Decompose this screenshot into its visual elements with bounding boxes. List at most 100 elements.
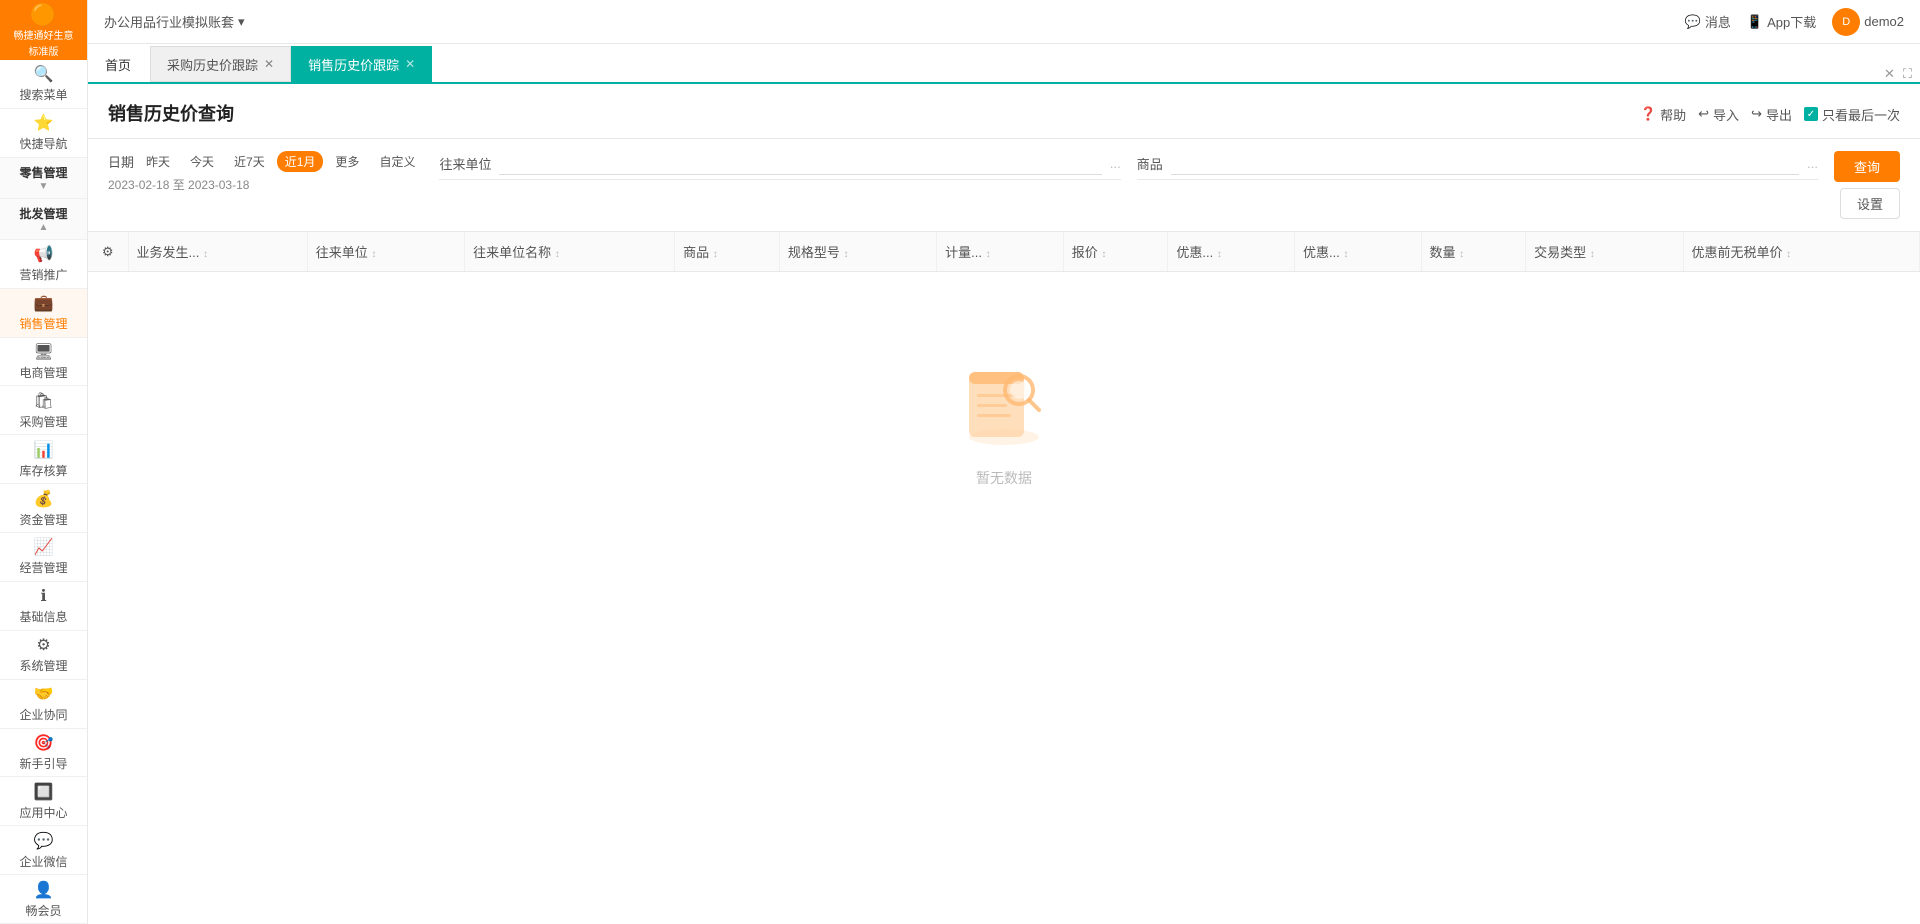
empty-svg: [944, 352, 1064, 452]
col-product[interactable]: 商品 ↕: [675, 232, 780, 272]
col-unit[interactable]: 计量... ↕: [937, 232, 1064, 272]
col-discount1-label: 优惠... ↕: [1176, 245, 1221, 260]
sidebar-item-label: 基础信息: [19, 608, 67, 625]
sidebar-item-label: 电商管理: [19, 364, 67, 381]
tab-home[interactable]: 首页: [88, 46, 148, 82]
download-icon: 📱: [1747, 14, 1763, 30]
gear-icon: ⚙: [102, 244, 114, 259]
import-button[interactable]: ↩ 导入: [1698, 105, 1739, 124]
date-options: 昨天 今天 近7天 近1月 更多 自定义: [138, 151, 423, 172]
sidebar-item-label: 系统管理: [19, 657, 67, 674]
col-discount2[interactable]: 优惠... ↕: [1294, 232, 1421, 272]
sidebar-item-finance[interactable]: 💰 资金管理: [0, 484, 87, 533]
export-button[interactable]: ↪ 导出: [1751, 105, 1792, 124]
maximize-icon[interactable]: ⛶: [1903, 66, 1912, 82]
col-discount1[interactable]: 优惠... ↕: [1168, 232, 1295, 272]
export-label: 导出: [1766, 105, 1792, 124]
member-icon: 👤: [34, 880, 54, 900]
sidebar-item-purchase[interactable]: 🛍 采购管理: [0, 386, 87, 435]
message-button[interactable]: 💬 消息: [1685, 12, 1731, 31]
col-trade-type[interactable]: 交易类型 ↕: [1526, 232, 1683, 272]
date-option-custom[interactable]: 自定义: [371, 151, 423, 172]
product-more-icon[interactable]: ...: [1807, 156, 1818, 171]
sidebar-item-retail[interactable]: 零售管理 ▼: [0, 158, 87, 199]
sidebar-item-sales-mgr[interactable]: 💼 销售管理: [0, 289, 87, 338]
col-spec[interactable]: 规格型号 ↕: [779, 232, 936, 272]
supplier-more-icon[interactable]: ...: [1110, 156, 1121, 171]
col-quantity[interactable]: 数量 ↕: [1421, 232, 1526, 272]
sidebar-item-search[interactable]: 🔍 搜索菜单: [0, 60, 87, 109]
sidebar-item-inventory[interactable]: 📊 库存核算: [0, 435, 87, 484]
import-icon: ↩: [1698, 106, 1709, 122]
sidebar-item-guide[interactable]: 🎯 新手引导: [0, 729, 87, 778]
data-table: ⚙ 业务发生... ↕ 往来单位 ↕ 往来单位名称 ↕ 商品 ↕: [88, 232, 1920, 272]
col-discount2-label: 优惠... ↕: [1303, 245, 1348, 260]
chevron-down-icon: ▼: [39, 181, 49, 192]
date-option-1month[interactable]: 近1月: [277, 151, 324, 172]
sidebar-item-operations[interactable]: 📈 经营管理: [0, 533, 87, 582]
product-filter: 商品 ...: [1137, 151, 1818, 180]
sidebar-item-label: 销售管理: [19, 315, 67, 332]
sidebar-item-label: 应用中心: [19, 804, 67, 821]
dropdown-icon: ▾: [238, 14, 245, 30]
ecom-icon: 🖥: [33, 342, 53, 362]
sidebar-item-system[interactable]: ⚙ 系统管理: [0, 631, 87, 680]
top-bar: 办公用品行业模拟账套 ▾ 💬 消息 📱 App下载 D demo2: [88, 0, 1920, 44]
product-label: 商品: [1137, 154, 1163, 173]
date-range: 2023-02-18 至 2023-03-18: [108, 176, 423, 193]
sidebar-item-member[interactable]: 👤 畅会员: [0, 875, 87, 924]
col-trade-type-label: 交易类型 ↕: [1534, 245, 1595, 260]
sidebar-item-ecom[interactable]: 🖥 电商管理: [0, 338, 87, 387]
sidebar-item-basic-info[interactable]: ℹ 基础信息: [0, 582, 87, 631]
col-quantity-label: 数量 ↕: [1430, 245, 1465, 260]
close-icon[interactable]: ✕: [405, 58, 415, 70]
product-input[interactable]: [1171, 151, 1799, 175]
app-download-label: App下载: [1767, 12, 1816, 31]
date-option-today[interactable]: 今天: [182, 151, 222, 172]
info-icon: ℹ: [40, 586, 46, 606]
sidebar-item-apps[interactable]: 🔲 应用中心: [0, 777, 87, 826]
date-option-7days[interactable]: 近7天: [226, 151, 273, 172]
sidebar-item-label: 零售管理: [19, 164, 67, 181]
app-name: 畅捷通好生意: [14, 30, 74, 43]
date-option-yesterday[interactable]: 昨天: [138, 151, 178, 172]
col-unit-name[interactable]: 往来单位名称 ↕: [465, 232, 675, 272]
tab-sales[interactable]: 销售历史价跟踪 ✕: [291, 46, 432, 82]
sidebar-item-marketing[interactable]: 📢 营销推广: [0, 240, 87, 289]
close-all-icon[interactable]: ✕: [1884, 66, 1895, 82]
sidebar-item-wechat[interactable]: 💬 企业微信: [0, 826, 87, 875]
col-spec-label: 规格型号 ↕: [788, 245, 849, 260]
col-unit-code-label: 往来单位 ↕: [316, 245, 377, 260]
query-button[interactable]: 查询: [1834, 151, 1900, 182]
message-icon: 💬: [1685, 14, 1701, 30]
date-option-more[interactable]: 更多: [327, 151, 367, 172]
col-quote[interactable]: 报价 ↕: [1063, 232, 1168, 272]
close-icon[interactable]: ✕: [264, 58, 274, 70]
empty-state: 暂无数据: [88, 272, 1920, 568]
col-settings[interactable]: ⚙: [88, 232, 128, 272]
user-profile-button[interactable]: D demo2: [1832, 8, 1904, 36]
settings-button[interactable]: 设置: [1840, 188, 1900, 219]
sidebar-item-label: 采购管理: [19, 413, 67, 430]
company-dropdown[interactable]: 办公用品行业模拟账套 ▾: [104, 12, 245, 31]
date-filter: 日期 昨天 今天 近7天 近1月 更多 自定义 2023-02-18 至 202…: [108, 151, 423, 193]
top-bar-right: 💬 消息 📱 App下载 D demo2: [1685, 8, 1904, 36]
supplier-input[interactable]: [499, 151, 1101, 175]
col-quote-label: 报价 ↕: [1072, 245, 1107, 260]
sidebar-item-wholesale[interactable]: 批发管理 ▲: [0, 199, 87, 240]
col-no-tax-price[interactable]: 优惠前无税单价 ↕: [1683, 232, 1919, 272]
help-button[interactable]: ❓ 帮助: [1640, 105, 1686, 124]
app-download-button[interactable]: 📱 App下载: [1747, 12, 1816, 31]
only-last-label: 只看最后一次: [1822, 105, 1900, 124]
col-unit-code[interactable]: 往来单位 ↕: [307, 232, 464, 272]
help-icon: ❓: [1640, 106, 1656, 122]
sidebar-item-enterprise[interactable]: 🤝 企业协同: [0, 680, 87, 729]
tab-purchase[interactable]: 采购历史价跟踪 ✕: [150, 46, 291, 82]
content-area: 销售历史价查询 ❓ 帮助 ↩ 导入 ↪ 导出 ✓: [88, 84, 1920, 924]
sidebar-item-shortcut[interactable]: ⭐ 快捷导航: [0, 109, 87, 158]
tab-home-label: 首页: [105, 55, 131, 74]
only-last-checkbox[interactable]: ✓ 只看最后一次: [1804, 105, 1900, 124]
user-name: demo2: [1864, 14, 1904, 29]
sidebar-item-label: 畅会员: [25, 902, 61, 919]
col-biz-date[interactable]: 业务发生... ↕: [128, 232, 307, 272]
